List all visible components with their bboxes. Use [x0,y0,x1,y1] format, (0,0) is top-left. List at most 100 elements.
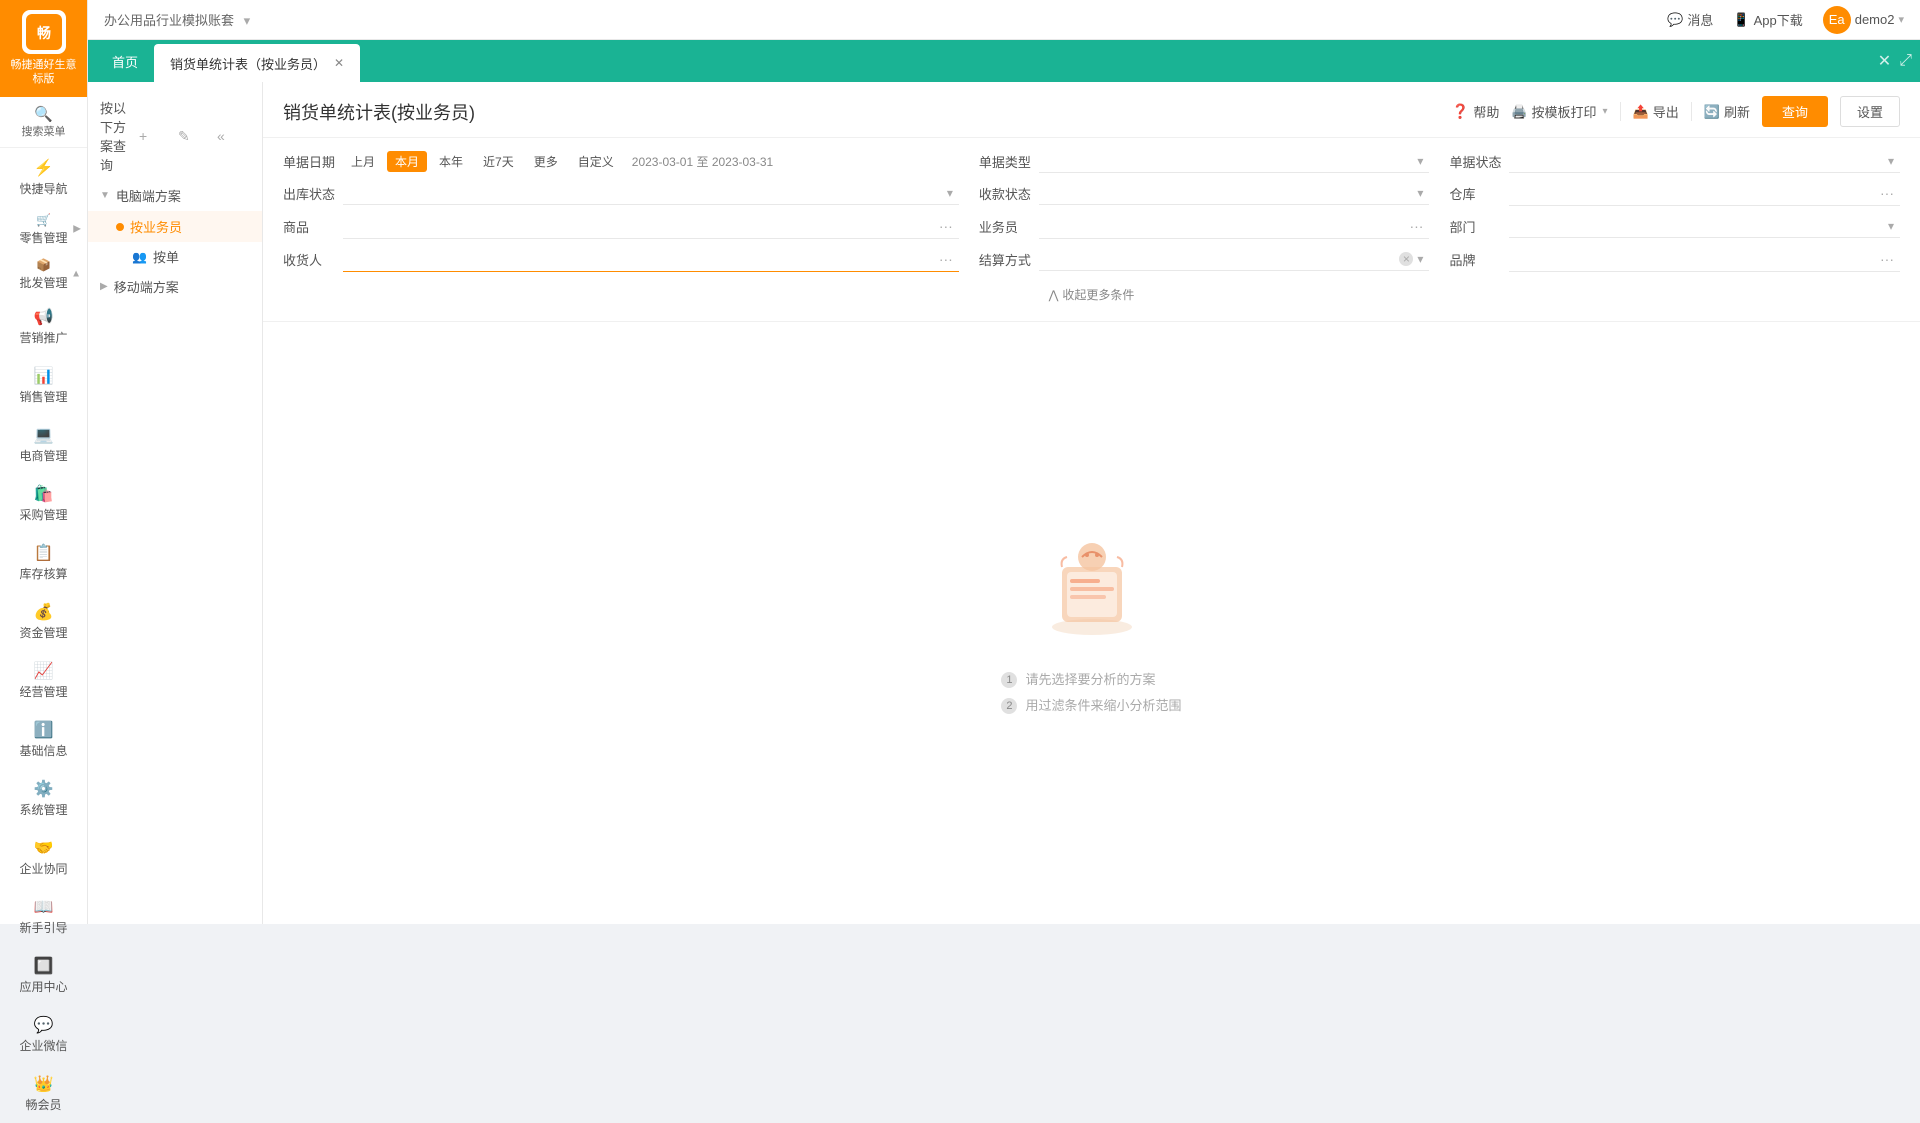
sidebar-item-retail[interactable]: 🛒 零售管理 ▶ [0,207,87,252]
collapse-button[interactable]: ⋀ 收起更多条件 [1049,286,1135,303]
scheme-item-sales-rep[interactable]: 按业务员 [88,211,262,242]
cooperation-icon: 🤝 [34,838,54,858]
goods-control[interactable]: ··· [343,214,959,239]
date-tab-more[interactable]: 更多 [526,151,566,172]
warehouse-dots-icon[interactable]: ··· [1880,185,1894,201]
purchase-label: 采购管理 [19,506,67,523]
date-tab-last-month[interactable]: 上月 [343,151,383,172]
purchase-icon: 🛍️ [34,484,54,504]
sidebar-item-sales[interactable]: 📊 销售管理 [0,356,87,415]
sidebar-item-newbie[interactable]: 📖 新手引导 [0,887,87,946]
hint-text-2: 用过滤条件来缩小分析范围 [1025,693,1181,719]
help-button[interactable]: ❓ 帮助 [1452,102,1499,121]
consignee-label: 收货人 [283,250,343,269]
date-tab-last-7[interactable]: 近7天 [475,151,522,172]
sidebar-item-purchase[interactable]: 🛍️ 采购管理 [0,474,87,533]
scheme-collapse-button[interactable]: « [217,128,250,144]
filter-ship-status: 出库状态 ▾ [283,182,959,205]
consignee-dots-icon[interactable]: ··· [939,251,953,267]
empty-hint-2: 2 用过滤条件来缩小分析范围 [1001,693,1181,719]
consignee-control[interactable]: ··· [343,247,959,272]
dept-control[interactable]: ▾ [1509,215,1900,238]
app-name: 畅捷通好生意标版 [11,58,77,87]
brand-dots-icon[interactable]: ··· [1880,251,1894,267]
sidebar-item-operations[interactable]: 📈 经营管理 [0,651,87,710]
sidebar-item-finance[interactable]: 💰 资金管理 [0,592,87,651]
tab-maximize-icon[interactable]: ⤢ [1899,52,1912,70]
collapse-label: 收起更多条件 [1062,286,1134,303]
sidebar-item-quick-nav[interactable]: ⚡ 快捷导航 [0,148,87,207]
sales-rep-dots-icon[interactable]: ··· [1409,218,1423,234]
retail-label: 零售管理 [19,229,67,246]
refresh-label: 刷新 [1724,102,1750,121]
messages-button[interactable]: 💬 消息 [1667,10,1713,29]
brand-control[interactable]: ··· [1509,247,1900,272]
app-center-icon: 🔲 [34,956,54,976]
user-dropdown-icon: ▾ [1898,13,1904,26]
pc-group-label: 电脑端方案 [116,186,181,205]
retail-icon: 🛒 [36,213,51,227]
scheme-item-by-order[interactable]: 👥 按单 [88,242,262,271]
pc-scheme-group-header[interactable]: ▼ 电脑端方案 [88,180,262,211]
warehouse-control[interactable]: ··· [1509,181,1900,206]
marketing-icon: 📢 [34,307,54,327]
tab-home[interactable]: 首页 [96,40,154,82]
doc-status-control[interactable]: ▾ [1509,150,1900,173]
tab-sales-stat-label: 销货单统计表（按业务员） [170,54,326,73]
sidebar-item-member[interactable]: 👑 畅会员 [0,1064,87,1123]
settlement-clear-icon[interactable]: × [1399,252,1413,266]
ship-status-control[interactable]: ▾ [343,182,959,205]
sidebar-item-system[interactable]: ⚙️ 系统管理 [0,769,87,828]
sidebar-item-app-center[interactable]: 🔲 应用中心 [0,946,87,1005]
query-button[interactable]: 查询 [1762,96,1828,127]
refresh-button[interactable]: 🔄 刷新 [1704,102,1750,121]
sidebar-item-ecommerce[interactable]: 💻 电商管理 [0,415,87,474]
cooperation-label: 企业协同 [19,860,67,877]
filter-row-1: 单据日期 上月 本月 本年 近7天 更多 自定义 2023-03-01 至 20… [283,150,1900,173]
date-tab-this-year[interactable]: 本年 [431,151,471,172]
sidebar-item-inventory[interactable]: 📋 库存核算 [0,533,87,592]
scheme-by-order-label: 按单 [153,247,179,266]
download-icon: 📱 [1733,12,1749,28]
ship-status-label: 出库状态 [283,184,343,203]
goods-dots-icon[interactable]: ··· [939,218,953,234]
doc-type-control[interactable]: ▾ [1039,150,1430,173]
page-header-actions: ❓ 帮助 🖨️ 按模板打印 ▾ 📤 导出 🔄 刷新 [1452,96,1900,127]
app-download-button[interactable]: 📱 App下载 [1733,10,1802,29]
doc-status-label: 单据状态 [1449,152,1509,171]
app-logo[interactable]: 畅 畅捷通好生意标版 [0,0,87,97]
sidebar-item-cooperation[interactable]: 🤝 企业协同 [0,828,87,887]
filter-area: 单据日期 上月 本月 本年 近7天 更多 自定义 2023-03-01 至 20… [263,138,1920,322]
sales-rep-control[interactable]: ··· [1039,214,1430,239]
print-button[interactable]: 🖨️ 按模板打印 ▾ [1511,102,1620,121]
sidebar-item-marketing[interactable]: 📢 营销推广 [0,297,87,356]
messages-label: 消息 [1687,10,1713,29]
tab-close-window-icon[interactable]: ✕ [1878,51,1891,71]
user-menu[interactable]: Ea demo2 ▾ [1823,6,1904,34]
scheme-add-button[interactable]: + [139,128,172,144]
basic-label: 基础信息 [19,742,67,759]
mobile-scheme-group-header[interactable]: ▶ 移动端方案 [88,271,262,302]
receipt-status-control[interactable]: ▾ [1039,182,1430,205]
tab-close-icon[interactable]: ✕ [334,57,344,69]
filter-goods: 商品 ··· [283,214,959,239]
sidebar-item-corp-wechat[interactable]: 💬 企业微信 [0,1005,87,1064]
settlement-control[interactable]: × ▾ [1039,248,1430,271]
right-panel: 销货单统计表(按业务员) ❓ 帮助 🖨️ 按模板打印 ▾ 📤 导出 [263,82,1920,924]
corp-wechat-label: 企业微信 [19,1037,67,1054]
sidebar-item-search[interactable]: 🔍 搜索菜单 [0,97,87,148]
finance-icon: 💰 [34,602,54,622]
page-content: 按以下方案查询 + ✎ « ▼ 电脑端方案 按业务员 👥 按单 [88,82,1920,924]
scheme-edit-button[interactable]: ✎ [178,128,211,145]
topbar-dropdown-arrow[interactable]: ▾ [244,13,251,28]
sidebar-item-basic[interactable]: ℹ️ 基础信息 [0,710,87,769]
settings-button[interactable]: 设置 [1840,96,1900,127]
filter-settlement: 结算方式 × ▾ [979,248,1430,271]
sidebar-item-wholesale[interactable]: 📦 批发管理 ▲ [0,252,87,297]
tab-sales-stat[interactable]: 销货单统计表（按业务员） ✕ [154,44,360,82]
date-tab-this-month[interactable]: 本月 [387,151,427,172]
export-button[interactable]: 📤 导出 [1633,102,1692,121]
date-tab-custom[interactable]: 自定义 [570,151,622,172]
topbar-title: 办公用品行业模拟账套 ▾ [104,10,1651,29]
date-tabs: 上月 本月 本年 近7天 更多 自定义 [343,151,622,172]
